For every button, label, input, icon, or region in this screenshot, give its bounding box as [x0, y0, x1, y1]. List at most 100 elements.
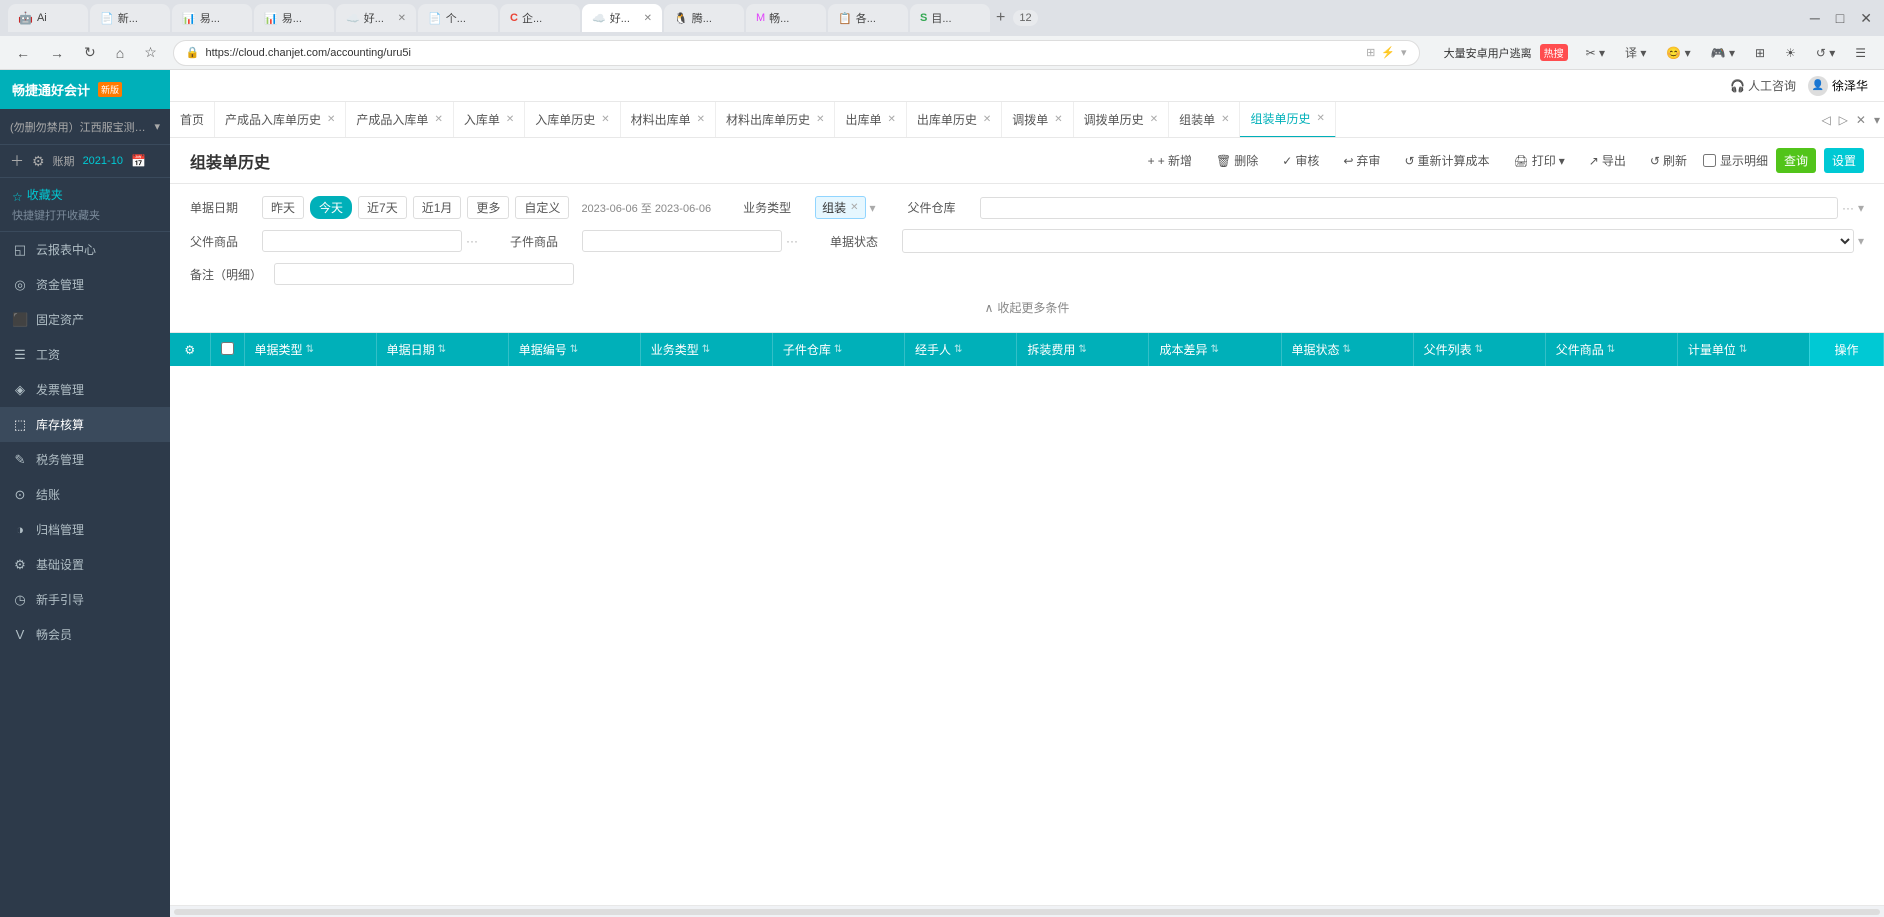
- sidebar-item-reports[interactable]: ◱ 云报表中心: [0, 232, 170, 267]
- calendar-icon[interactable]: 📅: [131, 154, 146, 168]
- out-close[interactable]: ✕: [887, 114, 895, 125]
- tab-hao2[interactable]: ☁️ 好... ✕: [582, 4, 662, 32]
- reload-button[interactable]: ↻: [80, 40, 100, 65]
- sidebar-item-invoice[interactable]: ◈ 发票管理: [0, 372, 170, 407]
- tab-ai[interactable]: 🤖 Ai: [8, 4, 88, 32]
- sidebar-item-funds[interactable]: ◎ 资金管理: [0, 267, 170, 302]
- audit-button[interactable]: ✓ 审核: [1274, 148, 1327, 173]
- user-profile[interactable]: 👤 徐泽华: [1808, 76, 1868, 96]
- column-child-warehouse[interactable]: 子件仓库 ⇅: [772, 333, 904, 366]
- dropdown-icon[interactable]: ▾: [1401, 46, 1407, 59]
- add-icon[interactable]: ＋: [10, 151, 24, 171]
- parent-warehouse-more[interactable]: ···: [1842, 201, 1854, 215]
- tab-easy2[interactable]: 📊 易...: [254, 4, 334, 32]
- select-all-checkbox[interactable]: [221, 342, 234, 355]
- nav-close-button[interactable]: ✕: [1852, 113, 1870, 127]
- recalculate-button[interactable]: ↺ 重新计算成本: [1396, 148, 1497, 173]
- nav-scroll-right[interactable]: ▷: [1835, 113, 1852, 127]
- sidebar-item-guide[interactable]: ◷ 新手引导: [0, 582, 170, 617]
- date-btn-7days[interactable]: 近7天: [358, 196, 407, 219]
- nav-scroll-left[interactable]: ◁: [1817, 113, 1834, 127]
- parent-goods-input[interactable]: [262, 230, 462, 252]
- tab-hao1[interactable]: ☁️ 好... ✕: [336, 4, 416, 32]
- new-tab-button[interactable]: +: [992, 9, 1009, 27]
- sidebar-item-member[interactable]: V 畅会员: [0, 617, 170, 652]
- business-type-dropdown[interactable]: ▾: [870, 201, 876, 215]
- date-btn-custom[interactable]: 自定义: [515, 196, 569, 219]
- stock-in-history-close[interactable]: ✕: [601, 114, 609, 125]
- minimize-button[interactable]: ─: [1806, 8, 1824, 28]
- assemble-history-close[interactable]: ✕: [1317, 113, 1325, 124]
- grid-view-button[interactable]: ⊞: [1749, 44, 1771, 62]
- settings-icon[interactable]: ⚙: [32, 153, 45, 170]
- parent-warehouse-dropdown[interactable]: ▾: [1858, 201, 1864, 215]
- tab-each[interactable]: 📋 各...: [828, 4, 908, 32]
- game-button[interactable]: 🎮 ▾: [1705, 44, 1741, 62]
- sidebar-item-settings[interactable]: ⚙ 基础设置: [0, 547, 170, 582]
- close-button[interactable]: ✕: [1856, 8, 1876, 29]
- nav-tab-material-out-history[interactable]: 材料出库单历史 ✕: [716, 102, 835, 138]
- order-status-dropdown[interactable]: ▾: [1858, 234, 1864, 248]
- scissors-button[interactable]: ✂ ▾: [1580, 44, 1611, 62]
- material-out-close[interactable]: ✕: [697, 114, 705, 125]
- column-cost-diff[interactable]: 成本差异 ⇅: [1149, 333, 1281, 366]
- sidebar-item-assets[interactable]: ⬛ 固定资产: [0, 302, 170, 337]
- help-button[interactable]: 🎧 人工咨询: [1730, 77, 1796, 94]
- tab-tencent[interactable]: 🐧 腾...: [664, 4, 744, 32]
- date-btn-yesterday[interactable]: 昨天: [262, 196, 304, 219]
- tab-enterprise[interactable]: C 企...: [500, 4, 580, 32]
- sidebar-item-archive[interactable]: ◑ 归档管理: [0, 512, 170, 547]
- maximize-button[interactable]: □: [1832, 8, 1848, 28]
- tab-count-badge[interactable]: 12: [1013, 10, 1037, 26]
- tab-new[interactable]: 📄 新...: [90, 4, 170, 32]
- column-parent-list[interactable]: 父件列表 ⇅: [1413, 333, 1545, 366]
- sidebar-item-salary[interactable]: ☰ 工资: [0, 337, 170, 372]
- translate-button[interactable]: 译 ▾: [1619, 42, 1652, 63]
- emoji-button[interactable]: 😊 ▾: [1660, 44, 1696, 62]
- nav-tab-transfer[interactable]: 调拨单 ✕: [1002, 102, 1073, 138]
- collapse-button[interactable]: ∧ 收起更多条件: [190, 295, 1864, 320]
- date-btn-1month[interactable]: 近1月: [413, 196, 462, 219]
- tab-personal[interactable]: 📄 个...: [418, 4, 498, 32]
- print-button[interactable]: 🖨 打印 ▾: [1506, 148, 1573, 173]
- nav-tab-stock-in-history[interactable]: 入库单历史 ✕: [525, 102, 620, 138]
- bookmark-button[interactable]: ☆: [140, 40, 161, 65]
- nav-tab-stock-in[interactable]: 入库单 ✕: [454, 102, 525, 138]
- material-out-history-close[interactable]: ✕: [816, 114, 824, 125]
- display-checkbox[interactable]: [1703, 154, 1716, 167]
- column-handler[interactable]: 经手人 ⇅: [904, 333, 1016, 366]
- sidebar-item-checkout[interactable]: ⊙ 结账: [0, 477, 170, 512]
- query-button[interactable]: 查询: [1776, 148, 1816, 173]
- nav-tab-home[interactable]: 首页: [170, 102, 215, 138]
- sun-button[interactable]: ☀: [1779, 44, 1802, 62]
- produce-in-history-close[interactable]: ✕: [327, 114, 335, 125]
- nav-tab-material-out[interactable]: 材料出库单 ✕: [621, 102, 716, 138]
- transfer-history-close[interactable]: ✕: [1150, 114, 1158, 125]
- parent-goods-more[interactable]: ···: [466, 234, 478, 248]
- out-history-close[interactable]: ✕: [983, 114, 991, 125]
- settings-button[interactable]: 设置: [1824, 148, 1864, 173]
- order-status-select[interactable]: 已审核 未审核: [902, 229, 1854, 253]
- nav-tab-out[interactable]: 出库单 ✕: [835, 102, 906, 138]
- stock-in-close[interactable]: ✕: [506, 114, 514, 125]
- nav-tab-assemble-history[interactable]: 组装单历史 ✕: [1240, 102, 1335, 138]
- sidebar-item-tax[interactable]: ✎ 税务管理: [0, 442, 170, 477]
- delete-button[interactable]: 🗑 删除: [1208, 148, 1266, 173]
- transfer-close[interactable]: ✕: [1054, 114, 1062, 125]
- column-parent-goods[interactable]: 父件商品 ⇅: [1545, 333, 1677, 366]
- column-order-number[interactable]: 单据编号 ⇅: [508, 333, 640, 366]
- export-button[interactable]: ↗ 导出: [1581, 148, 1634, 173]
- url-box[interactable]: 🔒 https://cloud.chanjet.com/accounting/u…: [173, 40, 1420, 66]
- undo-button[interactable]: ↺ ▾: [1810, 44, 1841, 62]
- column-unit[interactable]: 计量单位 ⇅: [1677, 333, 1809, 366]
- assemble-close[interactable]: ✕: [1221, 114, 1229, 125]
- column-disassemble-fee[interactable]: 拆装费用 ⇅: [1017, 333, 1149, 366]
- tab-easy1[interactable]: 📊 易...: [172, 4, 252, 32]
- child-goods-input[interactable]: [582, 230, 782, 252]
- child-goods-more[interactable]: ···: [786, 234, 798, 248]
- note-input[interactable]: [274, 263, 574, 285]
- new-button[interactable]: + + 新增: [1140, 148, 1200, 173]
- column-checkbox[interactable]: [210, 333, 244, 366]
- nav-tab-transfer-history[interactable]: 调拨单历史 ✕: [1074, 102, 1169, 138]
- column-order-type[interactable]: 单据类型 ⇅: [244, 333, 376, 366]
